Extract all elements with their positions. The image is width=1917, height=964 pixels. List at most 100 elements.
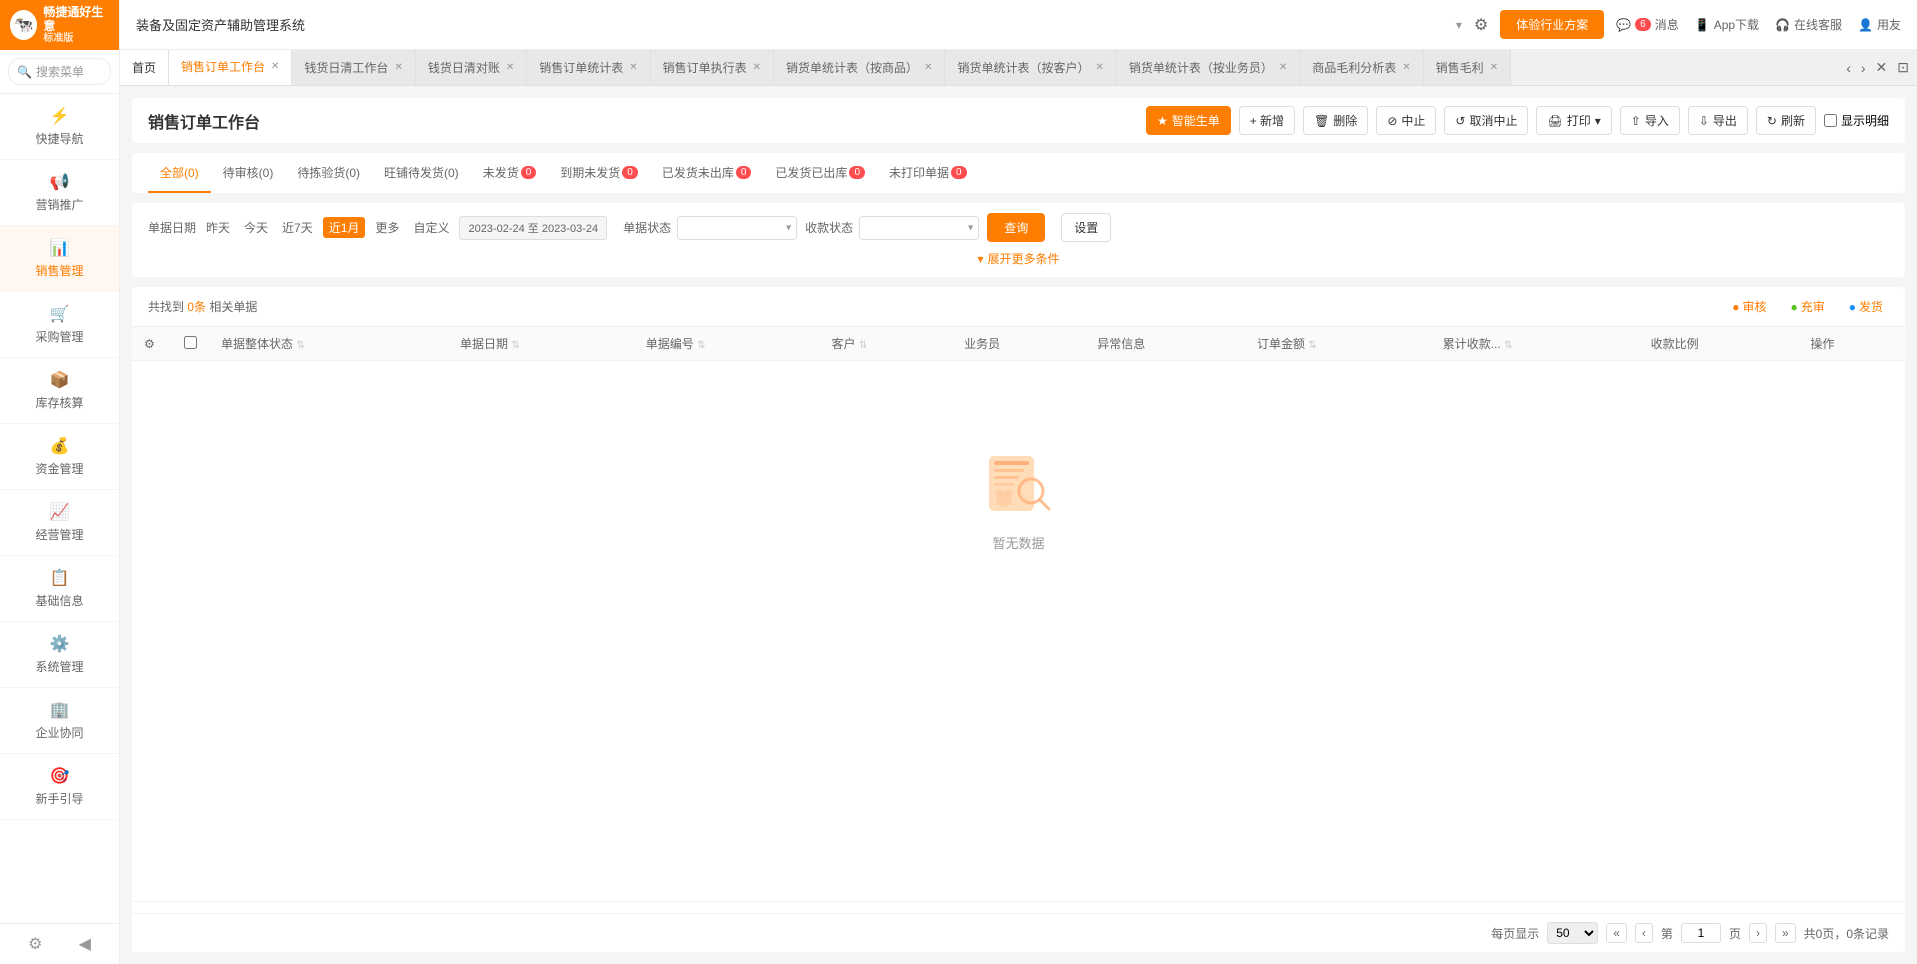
date-option-custom[interactable]: 自定义 (409, 217, 453, 238)
print-button[interactable]: 🖨 打印 ▾ (1536, 106, 1611, 135)
tab-cash-daily[interactable]: 钱货日清工作台 ✕ (292, 50, 415, 86)
tab-close-icon[interactable]: ✕ (753, 62, 761, 73)
sidebar-item-finance[interactable]: 💰 资金管理 (0, 424, 119, 490)
sub-tab-overdue-not-shipped[interactable]: 到期未发货 0 (548, 153, 650, 193)
filter-settings-button[interactable]: 设置 (1061, 213, 1111, 242)
tab-sales-stat-product[interactable]: 销货单统计表（按商品） ✕ (774, 50, 945, 86)
next-page-button[interactable]: › (1749, 923, 1767, 943)
cancel-review-action-button[interactable]: ● 充审 (1784, 295, 1830, 318)
tab-sales-stat-employee[interactable]: 销货单统计表（按业务员） ✕ (1117, 50, 1300, 86)
review-action-button[interactable]: ● 审核 (1726, 295, 1772, 318)
header-settings-icon[interactable]: ⚙ (1474, 15, 1488, 35)
date-option-today[interactable]: 今天 (240, 217, 272, 238)
tab-close-icon[interactable]: ✕ (1279, 62, 1287, 73)
tab-close-icon[interactable]: ✕ (1402, 62, 1410, 73)
sidebar-item-purchase[interactable]: 🛒 采购管理 (0, 292, 119, 358)
tab-sales-gross[interactable]: 销售毛利 ✕ (1424, 50, 1511, 86)
tab-close-icon[interactable]: ✕ (271, 61, 279, 72)
tab-close-icon[interactable]: ✕ (1490, 62, 1498, 73)
user-menu-button[interactable]: 👤 用友 (1858, 16, 1901, 33)
sort-collected-icon[interactable]: ⇅ (1504, 340, 1512, 351)
cancel-pause-icon: ↺ (1455, 114, 1465, 128)
settings-footer-button[interactable]: ⚙ (28, 934, 42, 954)
import-button[interactable]: ⇧ 导入 (1620, 106, 1680, 135)
sidebar-item-inventory[interactable]: 📦 库存核算 (0, 358, 119, 424)
table-scroll-area[interactable]: ⚙ 单据整体状态 ⇅ 单据日期 ⇅ (132, 327, 1905, 901)
message-button[interactable]: 💬 6 消息 (1616, 16, 1679, 33)
collapse-sidebar-button[interactable]: ◀ (79, 934, 91, 954)
date-range-display[interactable]: 2023-02-24 至 2023-03-24 (459, 216, 607, 240)
show-detail-checkbox[interactable] (1824, 114, 1837, 127)
export-button[interactable]: ⇩ 导出 (1688, 106, 1748, 135)
sort-number-icon[interactable]: ⇅ (697, 340, 705, 351)
sub-tab-pending-inspect[interactable]: 待拣验货(0) (285, 153, 372, 193)
sidebar-item-system[interactable]: ⚙️ 系统管理 (0, 622, 119, 688)
page-size-select[interactable]: 20 50 100 (1547, 922, 1598, 944)
sidebar-item-operation[interactable]: 📈 经营管理 (0, 490, 119, 556)
prev-page-button[interactable]: ‹ (1635, 923, 1653, 943)
search-menu-button[interactable]: 🔍 搜索菜单 (8, 58, 111, 85)
expand-filter-button[interactable]: ▾ 展开更多条件 (977, 250, 1059, 267)
industry-solution-button[interactable]: 体验行业方案 (1500, 10, 1604, 39)
select-all-checkbox[interactable] (184, 336, 197, 349)
tab-close-icon[interactable]: ✕ (506, 62, 514, 73)
sub-tab-not-shipped[interactable]: 未发货 0 (471, 153, 549, 193)
export-icon: ⇩ (1699, 114, 1709, 128)
sidebar-item-marketing[interactable]: 📢 营销推广 (0, 160, 119, 226)
show-detail-checkbox-label[interactable]: 显示明细 (1824, 112, 1889, 129)
cancel-pause-button[interactable]: ↺ 取消中止 (1444, 106, 1528, 135)
ship-action-button[interactable]: ● 发货 (1843, 295, 1889, 318)
page-number-input[interactable] (1681, 923, 1721, 943)
tab-close-icon[interactable]: ✕ (629, 62, 637, 73)
refresh-button[interactable]: ↻ 刷新 (1756, 106, 1816, 135)
horizontal-scrollbar[interactable] (132, 901, 1905, 913)
sidebar-item-base-info[interactable]: 📋 基础信息 (0, 556, 119, 622)
sort-amount-icon[interactable]: ⇅ (1308, 340, 1316, 351)
delete-button[interactable]: 🗑 删除 (1303, 106, 1368, 135)
sub-tab-wangpu[interactable]: 旺铺待发货(0) (372, 153, 471, 193)
online-service-button[interactable]: 🎧 在线客服 (1775, 16, 1842, 33)
tab-close-icon[interactable]: ✕ (924, 62, 932, 73)
date-option-yesterday[interactable]: 昨天 (202, 217, 234, 238)
add-button[interactable]: + 新增 (1239, 106, 1295, 135)
sub-tab-shipped-out[interactable]: 已发货已出库 0 (763, 153, 877, 193)
tab-sales-order-detail[interactable]: 销售订单执行表 ✕ (651, 50, 774, 86)
tab-scroll-left-button[interactable]: ‹ (1842, 58, 1855, 78)
tab-sales-order-workbench[interactable]: 销售订单工作台 ✕ (169, 50, 292, 86)
sub-tab-not-printed[interactable]: 未打印单据 0 (877, 153, 979, 193)
sidebar-item-quick-nav[interactable]: ⚡ 快捷导航 (0, 94, 119, 160)
tab-cash-reconcile[interactable]: 钱货日清对账 ✕ (416, 50, 527, 86)
sub-tab-all[interactable]: 全部(0) (148, 153, 211, 193)
tab-close-icon[interactable]: ✕ (394, 62, 402, 73)
tab-close-all-button[interactable]: ✕ (1872, 57, 1892, 78)
tab-sales-stat-customer[interactable]: 销货单统计表（按客户） ✕ (945, 50, 1116, 86)
tab-home[interactable]: 首页 (120, 50, 169, 86)
sidebar-item-guide[interactable]: 🎯 新手引导 (0, 754, 119, 820)
sort-date-icon[interactable]: ⇅ (511, 340, 519, 351)
last-page-button[interactable]: » (1775, 923, 1796, 943)
sidebar-nav: ⚡ 快捷导航 📢 营销推广 📊 销售管理 🛒 采购管理 📦 库存核算 💰 资金管… (0, 94, 119, 923)
payment-select[interactable] (859, 216, 979, 240)
tab-scroll-right-button[interactable]: › (1857, 58, 1870, 78)
query-button[interactable]: 查询 (987, 213, 1045, 242)
date-option-7days[interactable]: 近7天 (278, 217, 317, 238)
status-select[interactable] (677, 216, 797, 240)
sub-tab-shipped-not-out[interactable]: 已发货未出库 0 (650, 153, 764, 193)
tab-maximize-button[interactable]: ⊡ (1893, 57, 1913, 78)
sort-customer-icon[interactable]: ⇅ (859, 340, 867, 351)
smart-create-button[interactable]: ★ 智能生单 (1146, 106, 1231, 135)
app-download-button[interactable]: 📱 App下载 (1695, 16, 1759, 33)
pause-button[interactable]: ⊘ 中止 (1376, 106, 1436, 135)
date-option-1month[interactable]: 近1月 (323, 217, 366, 238)
column-settings-icon[interactable]: ⚙ (144, 337, 155, 351)
date-option-more[interactable]: 更多 (371, 217, 403, 238)
table-area: 共找到 0条 相关单据 ● 审核 ● 充审 ● 发货 (132, 287, 1905, 952)
tab-close-icon[interactable]: ✕ (1095, 62, 1103, 73)
tab-gross-margin[interactable]: 商品毛利分析表 ✕ (1300, 50, 1423, 86)
sort-status-icon[interactable]: ⇅ (296, 340, 304, 351)
sub-tab-pending-review[interactable]: 待审核(0) (211, 153, 286, 193)
sidebar-item-sales[interactable]: 📊 销售管理 (0, 226, 119, 292)
tab-sales-order-stat[interactable]: 销售订单统计表 ✕ (527, 50, 650, 86)
first-page-button[interactable]: « (1606, 923, 1627, 943)
sidebar-item-enterprise[interactable]: 🏢 企业协同 (0, 688, 119, 754)
